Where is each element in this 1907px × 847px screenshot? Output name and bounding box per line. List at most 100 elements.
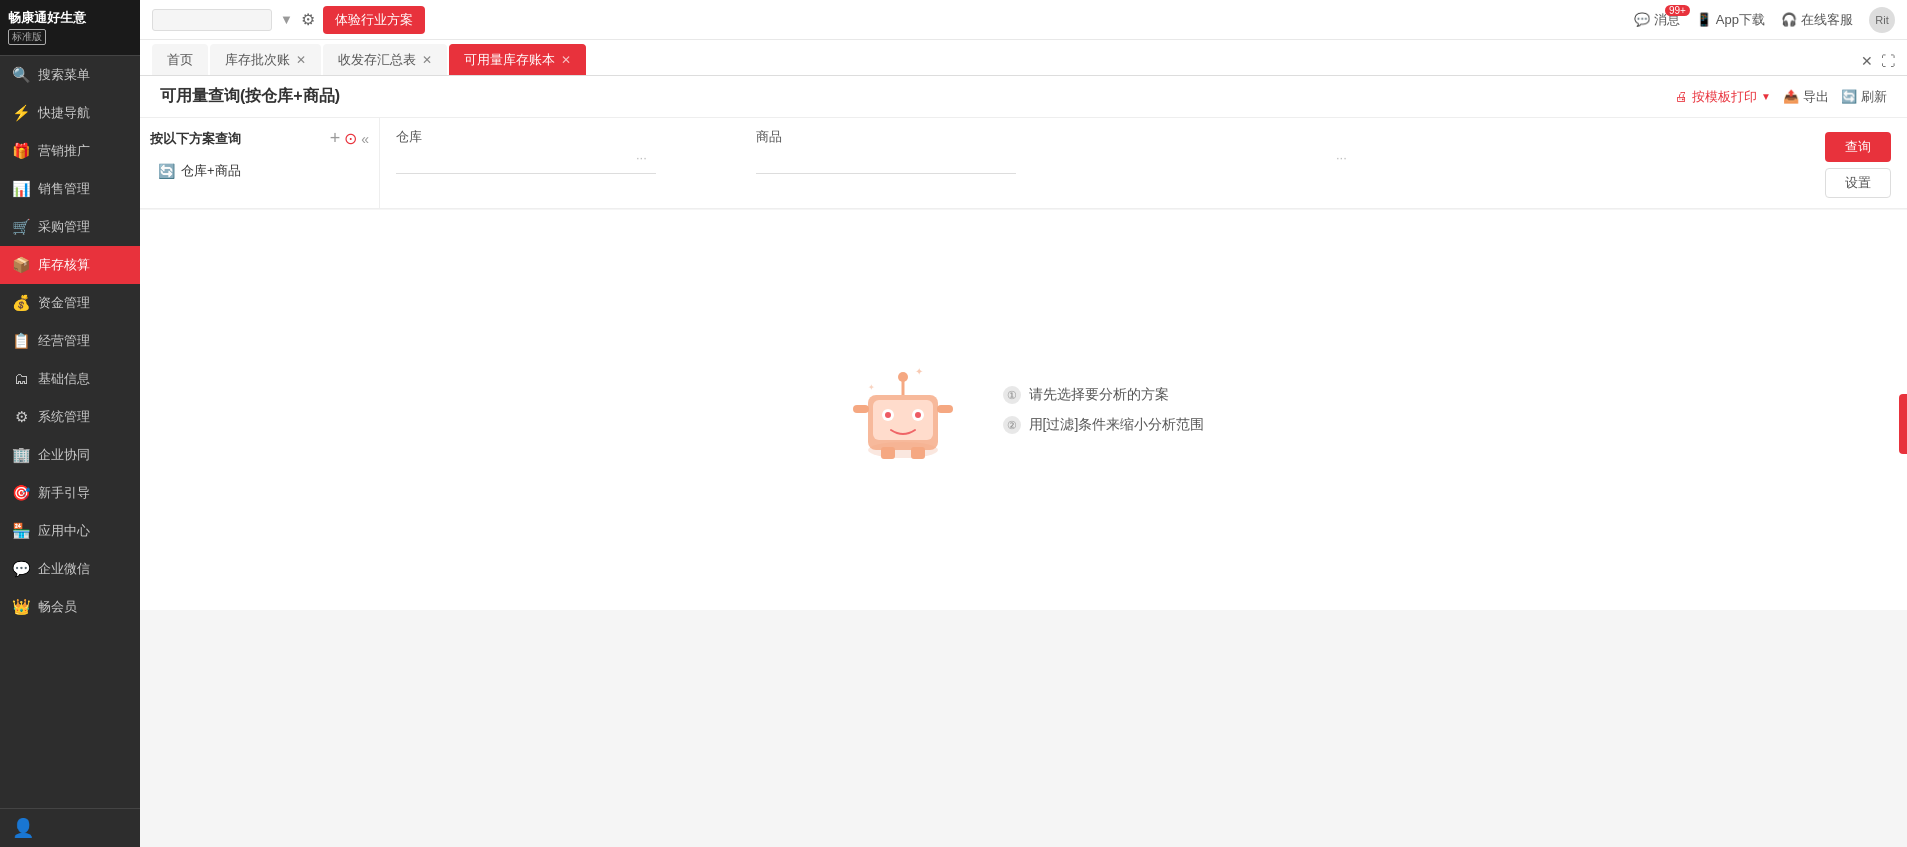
scroll-hint[interactable] [1899, 394, 1907, 454]
scheme-warehouse-goods[interactable]: 🔄 仓库+商品 [150, 157, 369, 185]
export-button[interactable]: 📤 导出 [1783, 88, 1829, 106]
sidebar-item-search[interactable]: 🔍 搜索菜单 [0, 56, 140, 94]
filter-fields: 仓库 ··· 商品 ··· 查询 设置 [380, 118, 1907, 208]
sidebar-item-system[interactable]: ⚙ 系统管理 [0, 398, 140, 436]
scheme-icons: + ⊙ « [330, 128, 369, 149]
tab-label-summary: 收发存汇总表 [338, 51, 416, 69]
enterprise-icon: 🏢 [12, 446, 30, 464]
svg-point-5 [885, 412, 891, 418]
export-icon: 📤 [1783, 89, 1799, 104]
sidebar-label-search: 搜索菜单 [38, 66, 90, 84]
trial-button[interactable]: 体验行业方案 [323, 6, 425, 34]
tab-available[interactable]: 可用量库存账本 ✕ [449, 44, 586, 75]
sidebar-label-sales: 销售管理 [38, 180, 90, 198]
tip-num-2: ② [1003, 416, 1021, 434]
svg-point-6 [915, 412, 921, 418]
basic-icon: 🗂 [12, 370, 30, 388]
warehouse-more-icon[interactable]: ··· [636, 150, 647, 165]
service-label: 在线客服 [1801, 11, 1853, 29]
purchase-icon: 🛒 [12, 218, 30, 236]
close-tab-summary[interactable]: ✕ [422, 53, 432, 67]
sidebar-item-finance[interactable]: 💰 资金管理 [0, 284, 140, 322]
warehouse-input[interactable] [396, 150, 656, 174]
topbar-right: 💬 消息 99+ 📱 App下载 🎧 在线客服 Rit [1634, 7, 1895, 33]
sidebar-item-enterprise[interactable]: 🏢 企业协同 [0, 436, 140, 474]
gear-icon[interactable]: ⚙ [301, 10, 315, 29]
search-icon: 🔍 [12, 66, 30, 84]
app-icon: 📱 [1696, 12, 1712, 27]
sidebar-item-purchase[interactable]: 🛒 采购管理 [0, 208, 140, 246]
sidebar-footer[interactable]: 👤 [0, 808, 140, 847]
export-label: 导出 [1803, 88, 1829, 106]
svg-point-8 [898, 372, 908, 382]
svg-rect-11 [881, 447, 895, 459]
wechat-icon: 💬 [12, 560, 30, 578]
page-header: 可用量查询(按仓库+商品) 🖨 按模板打印 ▼ 📤 导出 🔄 刷新 [140, 76, 1907, 118]
sidebar-item-appstore[interactable]: 🏪 应用中心 [0, 512, 140, 550]
close-tab-batch[interactable]: ✕ [296, 53, 306, 67]
close-tab-available[interactable]: ✕ [561, 53, 571, 67]
add-scheme-icon[interactable]: + [330, 128, 341, 149]
sidebar-item-marketing[interactable]: 🎁 营销推广 [0, 132, 140, 170]
filter-warehouse-field: 仓库 ··· [396, 128, 676, 174]
brand-name: 畅康通好生意 [8, 10, 86, 27]
scheme-item-icon: 🔄 [158, 163, 175, 179]
main-area: ▼ ⚙ 体验行业方案 💬 消息 99+ 📱 App下载 🎧 在线客服 Rit 首 [140, 0, 1907, 847]
tab-home[interactable]: 首页 [152, 44, 208, 75]
search-input[interactable] [152, 9, 272, 31]
tab-label-home: 首页 [167, 51, 193, 69]
sidebar-item-operations[interactable]: 📋 经营管理 [0, 322, 140, 360]
sidebar-item-vip[interactable]: 👑 畅会员 [0, 588, 140, 626]
tip-text-1: 请先选择要分析的方案 [1029, 386, 1169, 404]
tab-batch[interactable]: 库存批次账✕ [210, 44, 321, 75]
brand-tag: 标准版 [8, 29, 46, 45]
message-icon: 💬 [1634, 12, 1650, 27]
sidebar-label-system: 系统管理 [38, 408, 90, 426]
goods-input[interactable] [756, 150, 1016, 174]
print-chevron-icon: ▼ [1761, 91, 1771, 102]
sidebar-label-appstore: 应用中心 [38, 522, 90, 540]
refresh-button[interactable]: 🔄 刷新 [1841, 88, 1887, 106]
marketing-icon: 🎁 [12, 142, 30, 160]
scheme-label: 按以下方案查询 [150, 130, 241, 148]
content-area: 按以下方案查询 + ⊙ « 🔄 仓库+商品 仓库 ··· [140, 118, 1907, 847]
print-button[interactable]: 🖨 按模板打印 ▼ [1675, 88, 1771, 106]
chevron-down-icon[interactable]: ▼ [280, 12, 293, 27]
empty-tip-2: ② 用[过滤]条件来缩小分析范围 [1003, 416, 1205, 434]
collapse-icon[interactable]: « [361, 131, 369, 147]
tab-label-available: 可用量库存账本 [464, 51, 555, 69]
print-label: 按模板打印 [1692, 88, 1757, 106]
sidebar-item-quicknav[interactable]: ⚡ 快捷导航 [0, 94, 140, 132]
warehouse-label: 仓库 [396, 128, 676, 146]
empty-tip-1: ① 请先选择要分析的方案 [1003, 386, 1205, 404]
sidebar-label-inventory: 库存核算 [38, 256, 90, 274]
headset-icon: 🎧 [1781, 12, 1797, 27]
tab-summary[interactable]: 收发存汇总表 ✕ [323, 44, 447, 75]
settings-button[interactable]: 设置 [1825, 168, 1891, 198]
refresh-label: 刷新 [1861, 88, 1887, 106]
settings-scheme-icon[interactable]: ⊙ [344, 129, 357, 148]
quicknav-icon: ⚡ [12, 104, 30, 122]
sidebar-item-inventory[interactable]: 📦 库存核算 [0, 246, 140, 284]
topbar-search [152, 9, 272, 31]
sidebar-item-newbie[interactable]: 🎯 新手引导 [0, 474, 140, 512]
sidebar-header: 畅康通好生意 标准版 [0, 0, 140, 56]
sidebar-label-quicknav: 快捷导航 [38, 104, 90, 122]
sidebar-item-sales[interactable]: 📊 销售管理 [0, 170, 140, 208]
query-button[interactable]: 查询 [1825, 132, 1891, 162]
sidebar-item-wechat[interactable]: 💬 企业微信 [0, 550, 140, 588]
app-download-button[interactable]: 📱 App下载 [1696, 11, 1765, 29]
service-button[interactable]: 🎧 在线客服 [1781, 11, 1853, 29]
empty-illustration: ✦ ✦ [843, 350, 963, 470]
svg-text:✦: ✦ [915, 366, 923, 377]
expand-icon[interactable]: ⛶ [1881, 53, 1895, 69]
close-tab-icon[interactable]: ✕ [1861, 53, 1873, 69]
sidebar-item-basic[interactable]: 🗂 基础信息 [0, 360, 140, 398]
sidebar-label-marketing: 营销推广 [38, 142, 90, 160]
user-avatar[interactable]: Rit [1869, 7, 1895, 33]
message-badge: 99+ [1665, 5, 1690, 16]
message-button[interactable]: 💬 消息 99+ [1634, 11, 1680, 29]
system-icon: ⚙ [12, 408, 30, 426]
goods-more-icon[interactable]: ··· [1336, 150, 1347, 165]
filter-panel: 按以下方案查询 + ⊙ « 🔄 仓库+商品 仓库 ··· [140, 118, 1907, 209]
